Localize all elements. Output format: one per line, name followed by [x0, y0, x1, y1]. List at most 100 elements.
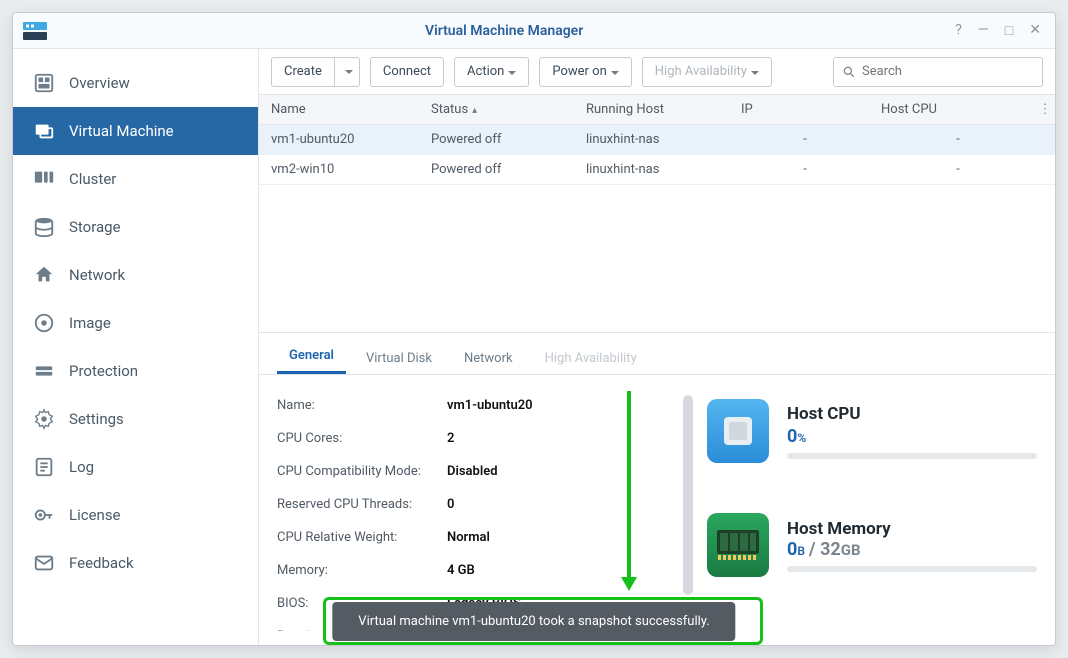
power-on-button[interactable]: Power on — [539, 57, 631, 87]
log-icon — [33, 456, 55, 478]
info-value-name: vm1-ubuntu20 — [447, 398, 533, 413]
stat-total: 32 — [820, 539, 841, 560]
feedback-icon — [33, 552, 55, 574]
toolbar: Create Connect Action Power on High Avai… — [259, 49, 1055, 95]
info-label: CPU Compatibility Mode: — [277, 464, 447, 479]
column-host-cpu[interactable]: Host CPU — [869, 102, 1035, 117]
info-value-cpu-compat: Disabled — [447, 464, 498, 479]
create-dropdown[interactable] — [335, 57, 360, 87]
cell-host: linuxhint-nas — [574, 162, 729, 177]
sidebar-label: Log — [69, 458, 94, 476]
stat-title: Host CPU — [787, 404, 1037, 424]
cell-status: Powered off — [419, 162, 574, 177]
stat-value: 0 — [787, 539, 797, 560]
vm-info-pane: Name:vm1-ubuntu20 CPU Cores:2 CPU Compat… — [277, 389, 693, 631]
detail-pane: General Virtual Disk Network High Availa… — [259, 333, 1055, 645]
detail-tabs: General Virtual Disk Network High Availa… — [259, 333, 1055, 375]
column-status[interactable]: Status — [419, 102, 574, 117]
sidebar-label: Settings — [69, 410, 124, 428]
info-value-memory: 4 GB — [447, 563, 475, 578]
cell-name: vm2-win10 — [259, 162, 419, 177]
tab-virtual-disk[interactable]: Virtual Disk — [354, 343, 444, 374]
vm-table: Name Status Running Host IP Host CPU ⋮ v… — [259, 95, 1055, 333]
settings-icon — [33, 408, 55, 430]
search-icon — [842, 65, 856, 79]
sidebar-label: Network — [69, 266, 125, 284]
column-running-host[interactable]: Running Host — [574, 102, 729, 117]
cell-ip: - — [729, 162, 869, 177]
sidebar-item-storage[interactable]: Storage — [13, 203, 258, 251]
search-field[interactable] — [833, 57, 1043, 87]
column-ip[interactable]: IP — [729, 102, 869, 117]
info-label: Name: — [277, 398, 447, 413]
sidebar-item-image[interactable]: Image — [13, 299, 258, 347]
table-header: Name Status Running Host IP Host CPU ⋮ — [259, 95, 1055, 125]
connect-button[interactable]: Connect — [370, 57, 444, 87]
info-value-reserved-threads: 0 — [447, 497, 454, 512]
sidebar: Overview Virtual Machine Cluster Storage… — [13, 49, 259, 645]
stat-host-cpu: Host CPU 0% — [707, 399, 1037, 463]
minimize-icon[interactable]: — — [978, 22, 989, 39]
tab-network[interactable]: Network — [452, 343, 525, 374]
main-area: Create Connect Action Power on High Avai… — [259, 49, 1055, 645]
table-row[interactable]: vm1-ubuntu20 Powered off linuxhint-nas -… — [259, 125, 1055, 155]
help-icon[interactable]: ? — [955, 22, 962, 39]
stat-host-memory: Host Memory 0B / 32GB — [707, 513, 1037, 577]
high-availability-button[interactable]: High Availability — [642, 57, 772, 87]
column-more-icon[interactable]: ⋮ — [1035, 102, 1055, 117]
title-bar: Virtual Machine Manager ? — □ ✕ — [13, 13, 1055, 49]
toast-message: Virtual machine vm1-ubuntu20 took a snap… — [332, 602, 735, 641]
app-icon — [23, 22, 47, 40]
tab-high-availability[interactable]: High Availability — [533, 343, 649, 374]
sidebar-label: Overview — [69, 74, 130, 92]
cell-cpu: - — [869, 132, 1035, 147]
cell-name: vm1-ubuntu20 — [259, 132, 419, 147]
tab-general[interactable]: General — [277, 340, 346, 374]
sidebar-item-protection[interactable]: Protection — [13, 347, 258, 395]
info-value-cpu-cores: 2 — [447, 431, 454, 446]
sidebar-label: License — [69, 506, 121, 524]
info-label: Reserved CPU Threads: — [277, 497, 447, 512]
sidebar-item-log[interactable]: Log — [13, 443, 258, 491]
sidebar-label: Storage — [69, 218, 121, 236]
table-row[interactable]: vm2-win10 Powered off linuxhint-nas - - — [259, 155, 1055, 185]
license-icon — [33, 504, 55, 526]
create-button[interactable]: Create — [271, 57, 335, 87]
stat-bar — [787, 566, 1037, 572]
sidebar-label: Cluster — [69, 170, 116, 188]
host-stats: Host CPU 0% Host Memory — [707, 389, 1037, 631]
overview-icon — [33, 72, 55, 94]
info-label: CPU Relative Weight: — [277, 530, 447, 545]
sidebar-item-overview[interactable]: Overview — [13, 59, 258, 107]
cell-status: Powered off — [419, 132, 574, 147]
sidebar-item-license[interactable]: License — [13, 491, 258, 539]
cell-ip: - — [729, 132, 869, 147]
stat-unit: % — [797, 431, 806, 445]
image-icon — [33, 312, 55, 334]
sidebar-item-network[interactable]: Network — [13, 251, 258, 299]
network-icon — [33, 264, 55, 286]
close-icon[interactable]: ✕ — [1029, 22, 1041, 39]
memory-icon — [715, 528, 761, 562]
cell-host: linuxhint-nas — [574, 132, 729, 147]
stat-title: Host Memory — [787, 519, 1037, 539]
stat-bar — [787, 453, 1037, 459]
sidebar-label: Protection — [69, 362, 138, 380]
app-window: Virtual Machine Manager ? — □ ✕ Overview… — [12, 12, 1056, 646]
sidebar-label: Feedback — [69, 554, 134, 572]
stat-value: 0 — [787, 426, 797, 447]
sidebar-item-feedback[interactable]: Feedback — [13, 539, 258, 587]
column-name[interactable]: Name — [259, 102, 419, 117]
scrollbar-thumb[interactable] — [683, 395, 693, 595]
action-button[interactable]: Action — [454, 57, 529, 87]
cell-cpu: - — [869, 162, 1035, 177]
maximize-icon[interactable]: □ — [1005, 22, 1013, 39]
info-value-cpu-weight: Normal — [447, 530, 490, 545]
sidebar-item-virtual-machine[interactable]: Virtual Machine — [13, 107, 258, 155]
stat-unit: B — [797, 544, 805, 558]
sidebar-item-cluster[interactable]: Cluster — [13, 155, 258, 203]
search-input[interactable] — [862, 64, 1034, 79]
sidebar-item-settings[interactable]: Settings — [13, 395, 258, 443]
info-label: Memory: — [277, 563, 447, 578]
vm-icon — [33, 120, 55, 142]
